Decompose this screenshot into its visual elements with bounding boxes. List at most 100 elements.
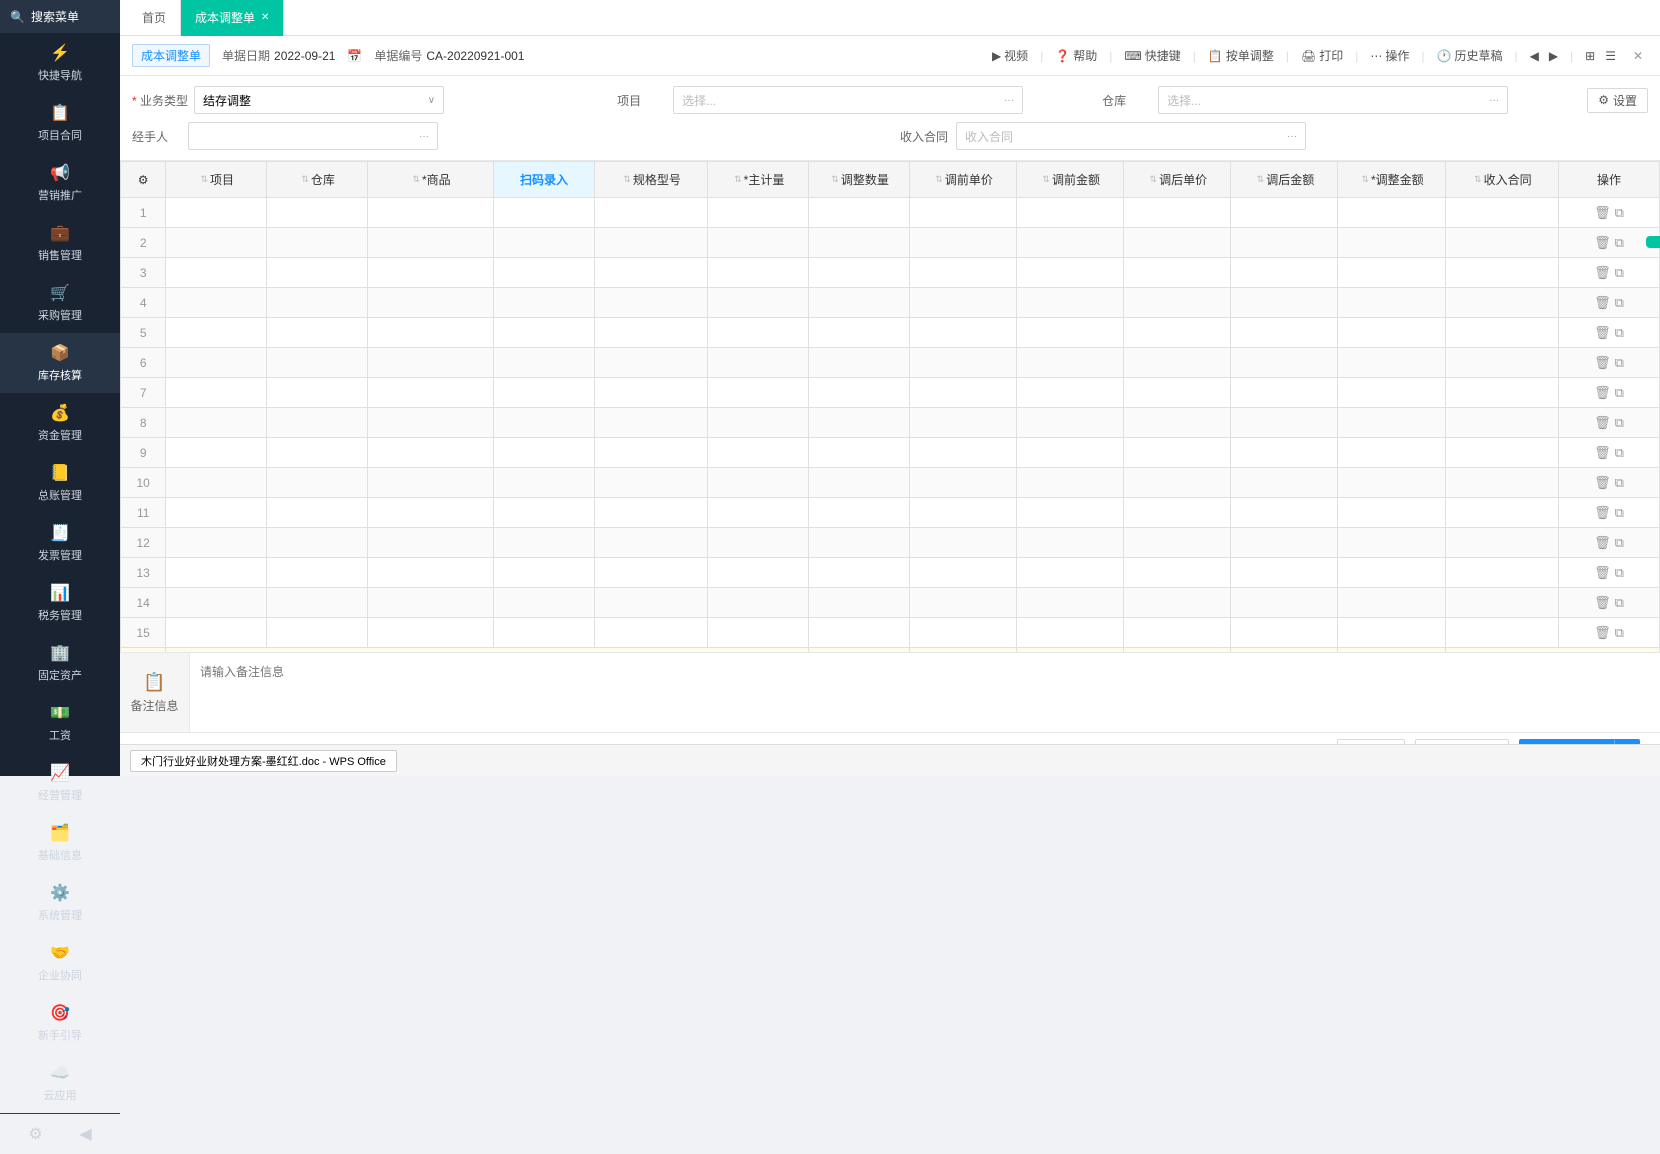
cell-adjust-amt-10[interactable]	[1338, 468, 1445, 498]
cell-after-amt-7[interactable]	[1231, 378, 1338, 408]
cell-warehouse-10[interactable]	[267, 468, 368, 498]
copy-icon-14[interactable]: ⧉	[1615, 595, 1624, 611]
delete-icon-15[interactable]: 🗑	[1594, 625, 1611, 641]
cell-scan-11[interactable]	[494, 498, 595, 528]
delete-icon-2[interactable]: 🗑	[1594, 235, 1611, 251]
cell-project-6[interactable]	[166, 348, 267, 378]
cell-warehouse-8[interactable]	[267, 408, 368, 438]
taskbar-item[interactable]: 木门行业好业财处理方案-墨红红.doc - WPS Office	[130, 750, 397, 772]
cell-goods-7[interactable]	[368, 378, 494, 408]
th-adjust-amt[interactable]: ⇅ *调整金额	[1338, 162, 1445, 198]
sidebar-item-finance[interactable]: 💰 资金管理	[0, 393, 120, 453]
cell-after-price-5[interactable]	[1124, 318, 1231, 348]
cell-income-7[interactable]	[1445, 378, 1558, 408]
toolbar-shortcut[interactable]: ⌨ 快捷键	[1124, 47, 1180, 64]
cell-after-price-8[interactable]	[1124, 408, 1231, 438]
toolbar-operation[interactable]: ⋯ 操作	[1370, 47, 1409, 64]
delete-icon-10[interactable]: 🗑	[1594, 475, 1611, 491]
cell-spec-2[interactable]	[594, 228, 707, 258]
toolbar-nav-left[interactable]: ◀	[1530, 49, 1539, 63]
search-menu[interactable]: 🔍 搜索菜单	[0, 0, 120, 33]
cell-qty-7[interactable]	[809, 378, 910, 408]
sidebar-item-project-contract[interactable]: 📋 项目合同	[0, 93, 120, 153]
delete-icon-5[interactable]: 🗑	[1594, 325, 1611, 341]
business-type-input[interactable]: 结存调整 ∨	[194, 86, 444, 114]
cell-income-1[interactable]	[1445, 198, 1558, 228]
cell-before-price-3[interactable]	[909, 258, 1016, 288]
cell-unit-6[interactable]	[708, 348, 809, 378]
cell-before-amt-3[interactable]	[1017, 258, 1124, 288]
cell-adjust-amt-9[interactable]	[1338, 438, 1445, 468]
cell-project-13[interactable]	[166, 558, 267, 588]
cell-after-price-4[interactable]	[1124, 288, 1231, 318]
cell-scan-9[interactable]	[494, 438, 595, 468]
cell-adjust-amt-6[interactable]	[1338, 348, 1445, 378]
cell-warehouse-11[interactable]	[267, 498, 368, 528]
settings-button[interactable]: ⚙ 设置	[1587, 88, 1648, 113]
cell-after-amt-14[interactable]	[1231, 588, 1338, 618]
cell-adjust-amt-14[interactable]	[1338, 588, 1445, 618]
cell-adjust-amt-4[interactable]	[1338, 288, 1445, 318]
cell-before-price-13[interactable]	[909, 558, 1016, 588]
cell-before-price-5[interactable]	[909, 318, 1016, 348]
cell-scan-14[interactable]	[494, 588, 595, 618]
cell-income-4[interactable]	[1445, 288, 1558, 318]
copy-icon-6[interactable]: ⧉	[1615, 355, 1624, 371]
sidebar-item-cloud[interactable]: ☁️ 云应用	[0, 1053, 120, 1113]
delete-icon-14[interactable]: 🗑	[1594, 595, 1611, 611]
th-project[interactable]: ⇅ 项目	[166, 162, 267, 198]
cell-qty-6[interactable]	[809, 348, 910, 378]
delete-icon-6[interactable]: 🗑	[1594, 355, 1611, 371]
th-scan[interactable]: 扫码录入	[494, 162, 595, 198]
cell-income-9[interactable]	[1445, 438, 1558, 468]
cell-after-price-15[interactable]	[1124, 618, 1231, 648]
th-qty[interactable]: ⇅ 调整数量	[809, 162, 910, 198]
cell-spec-10[interactable]	[594, 468, 707, 498]
cell-warehouse-1[interactable]	[267, 198, 368, 228]
cell-project-2[interactable]	[166, 228, 267, 258]
cell-qty-4[interactable]	[809, 288, 910, 318]
copy-icon-12[interactable]: ⧉	[1615, 535, 1624, 551]
cell-unit-8[interactable]	[708, 408, 809, 438]
cell-scan-3[interactable]	[494, 258, 595, 288]
cell-after-amt-15[interactable]	[1231, 618, 1338, 648]
cell-unit-7[interactable]	[708, 378, 809, 408]
cell-spec-3[interactable]	[594, 258, 707, 288]
cell-adjust-amt-11[interactable]	[1338, 498, 1445, 528]
cell-spec-4[interactable]	[594, 288, 707, 318]
sidebar-item-purchase[interactable]: 🛒 采购管理	[0, 273, 120, 333]
copy-icon-2[interactable]: ⧉	[1615, 235, 1624, 251]
cell-after-price-13[interactable]	[1124, 558, 1231, 588]
cell-spec-12[interactable]	[594, 528, 707, 558]
th-income[interactable]: ⇅ 收入合同	[1445, 162, 1558, 198]
cell-after-amt-12[interactable]	[1231, 528, 1338, 558]
cell-spec-13[interactable]	[594, 558, 707, 588]
cell-scan-2[interactable]	[494, 228, 595, 258]
toolbar-history[interactable]: 🕐 历史草稿	[1436, 47, 1502, 64]
window-close-button[interactable]: ✕	[1628, 46, 1648, 66]
delete-icon-13[interactable]: 🗑	[1594, 565, 1611, 581]
agent-input[interactable]: ···	[188, 122, 438, 150]
cell-before-amt-2[interactable]	[1017, 228, 1124, 258]
cell-qty-1[interactable]	[809, 198, 910, 228]
toolbar-review[interactable]: 📋 按单调整	[1208, 47, 1274, 64]
th-warehouse[interactable]: ⇅ 仓库	[267, 162, 368, 198]
toolbar-list-view[interactable]: ☰	[1605, 49, 1616, 63]
cell-after-price-14[interactable]	[1124, 588, 1231, 618]
warehouse-input[interactable]: 选择... ···	[1158, 86, 1508, 114]
cell-warehouse-9[interactable]	[267, 438, 368, 468]
cell-adjust-amt-12[interactable]	[1338, 528, 1445, 558]
th-before-amt[interactable]: ⇅ 调前金额	[1017, 162, 1124, 198]
cell-after-price-10[interactable]	[1124, 468, 1231, 498]
project-input[interactable]: 选择... ···	[673, 86, 1023, 114]
th-goods[interactable]: ⇅ *商品	[368, 162, 494, 198]
cell-before-amt-11[interactable]	[1017, 498, 1124, 528]
copy-icon-8[interactable]: ⧉	[1615, 415, 1624, 431]
cell-goods-14[interactable]	[368, 588, 494, 618]
toolbar-print[interactable]: 🖨 打印	[1301, 47, 1343, 64]
delete-icon-1[interactable]: 🗑	[1594, 205, 1611, 221]
cell-unit-12[interactable]	[708, 528, 809, 558]
delete-icon-7[interactable]: 🗑	[1594, 385, 1611, 401]
doc-date-icon[interactable]: 📅	[347, 49, 362, 63]
sidebar-item-payroll[interactable]: 💵 工资	[0, 693, 120, 753]
